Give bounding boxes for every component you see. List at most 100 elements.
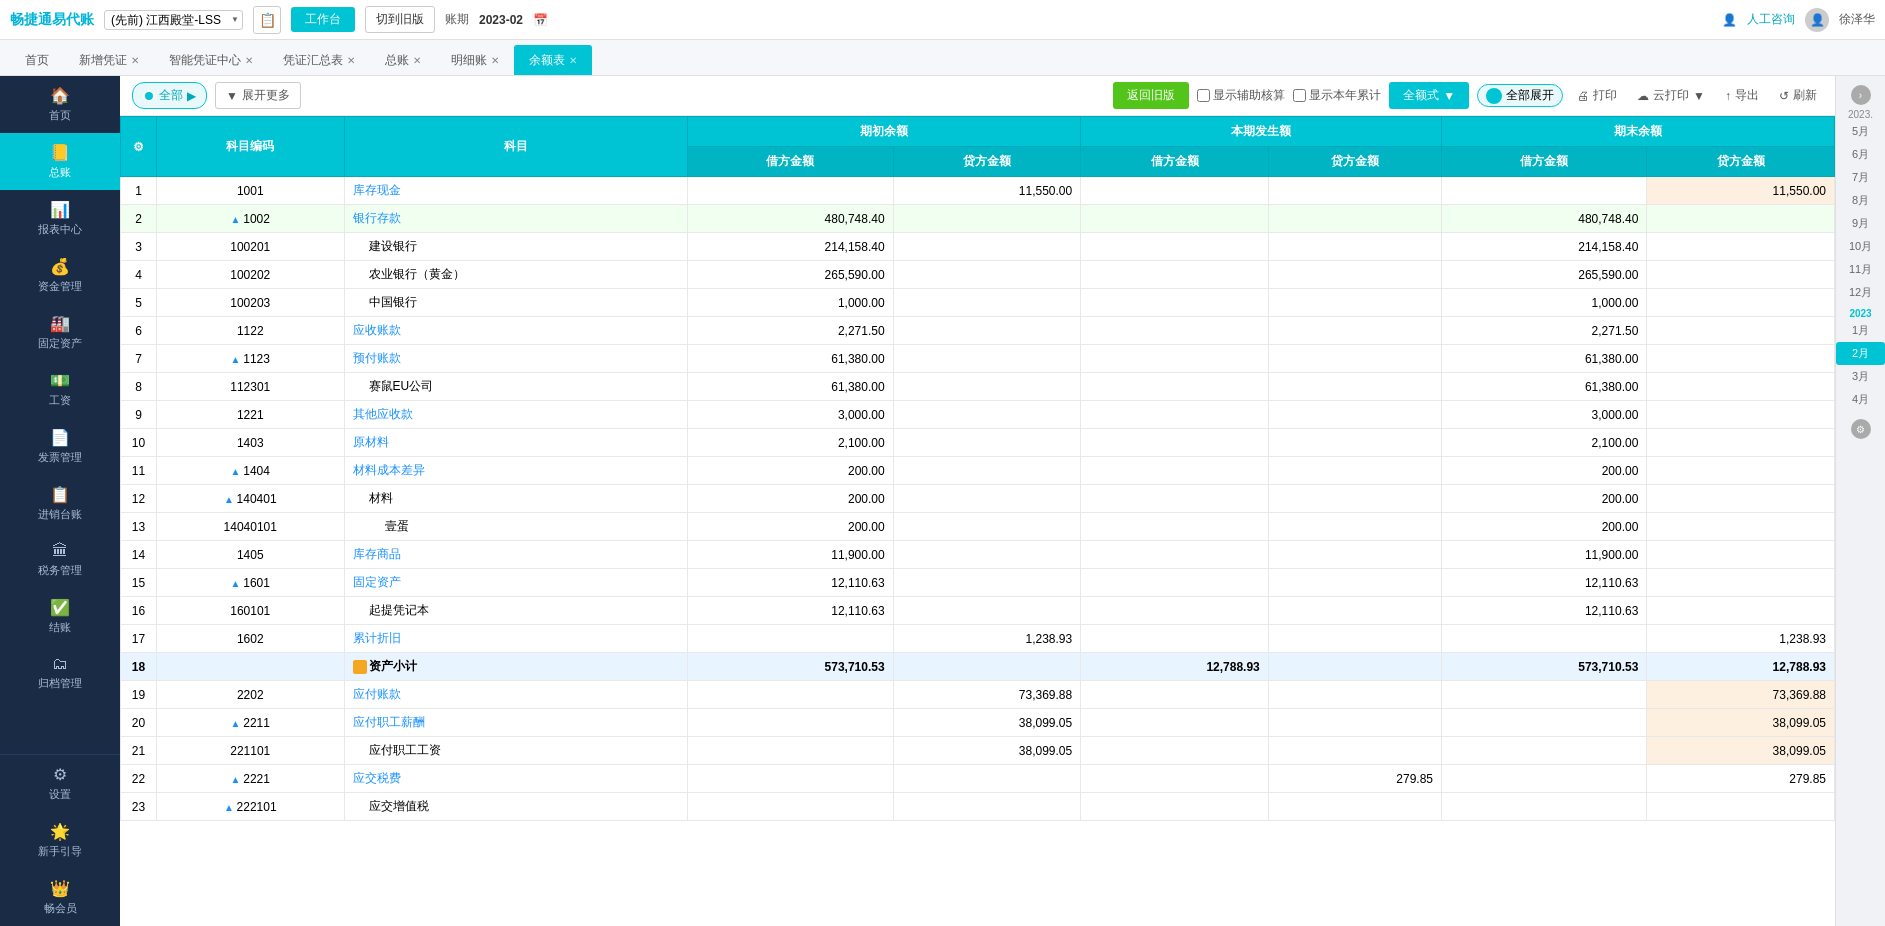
expand-all-toggle[interactable]: 全部展开 [1477, 84, 1563, 107]
expand-icon[interactable]: ▲ [231, 466, 244, 477]
month-6[interactable]: 6月 [1836, 143, 1885, 166]
sidebar-item-salary[interactable]: 💵 工资 [0, 361, 120, 418]
account-name-link[interactable]: 应收账款 [353, 323, 401, 337]
refresh-btn[interactable]: ↺ 刷新 [1773, 85, 1823, 106]
sidebar-item-home[interactable]: 🏠 首页 [0, 76, 120, 133]
account-name[interactable]: 银行存款 [344, 205, 688, 233]
account-name-link[interactable]: 应付职工薪酬 [353, 715, 425, 729]
tab-balance-close[interactable]: ✕ [569, 55, 577, 66]
all-filter-btn[interactable]: 全部 ▶ [132, 82, 207, 109]
sidebar-item-close[interactable]: ✅ 结账 [0, 588, 120, 645]
month-9[interactable]: 9月 [1836, 212, 1885, 235]
account-name-link[interactable]: 累计折旧 [353, 631, 401, 645]
full-format-btn[interactable]: 全额式 ▼ [1389, 82, 1469, 109]
expand-icon[interactable]: ▲ [224, 494, 237, 505]
settings-header[interactable]: ⚙ [121, 117, 157, 177]
expand-icon[interactable]: ▲ [231, 214, 244, 225]
right-panel-close-btn[interactable]: › [1851, 85, 1871, 105]
sidebar-item-invoice[interactable]: 📄 发票管理 [0, 418, 120, 475]
account-name[interactable]: 应收账款 [344, 317, 688, 345]
debit-open: 214,158.40 [688, 233, 893, 261]
tab-detail[interactable]: 明细账 ✕ [436, 45, 514, 75]
sidebar-item-settings[interactable]: ⚙ 设置 [0, 755, 120, 812]
show-assist-input[interactable] [1197, 89, 1210, 102]
account-name-link[interactable]: 库存商品 [353, 547, 401, 561]
account-name-link[interactable]: 其他应收款 [353, 407, 413, 421]
sidebar-item-guide[interactable]: 🌟 新手引导 [0, 812, 120, 869]
sidebar-item-member[interactable]: 👑 畅会员 [0, 869, 120, 926]
company-selector[interactable]: (先前) 江西殿堂-LSS [104, 10, 243, 30]
account-name-link[interactable]: 银行存款 [353, 211, 401, 225]
account-name-link[interactable]: 库存现金 [353, 183, 401, 197]
copy-icon-btn[interactable]: 📋 [253, 6, 281, 34]
tab-smart-voucher-close[interactable]: ✕ [245, 55, 253, 66]
month-7[interactable]: 7月 [1836, 166, 1885, 189]
tab-voucher-summary[interactable]: 凭证汇总表 ✕ [268, 45, 370, 75]
tab-new-voucher[interactable]: 新增凭证 ✕ [64, 45, 154, 75]
switch-old-btn[interactable]: 切到旧版 [365, 6, 435, 33]
month-12[interactable]: 12月 [1836, 281, 1885, 304]
tab-smart-voucher[interactable]: 智能凭证中心 ✕ [154, 45, 268, 75]
sidebar-item-reports[interactable]: 📊 报表中心 [0, 190, 120, 247]
account-name-link[interactable]: 原材料 [353, 435, 389, 449]
show-assist-checkbox[interactable]: 显示辅助核算 [1197, 87, 1285, 104]
sidebar-item-tax[interactable]: 🏛 税务管理 [0, 532, 120, 588]
workspace-btn[interactable]: 工作台 [291, 7, 355, 32]
tab-home[interactable]: 首页 [10, 45, 64, 75]
account-name[interactable]: 应交税费 [344, 765, 688, 793]
expand-icon[interactable]: ▲ [231, 718, 244, 729]
account-name[interactable]: 库存商品 [344, 541, 688, 569]
account-name-link[interactable]: 应交税费 [353, 771, 401, 785]
cloud-print-btn[interactable]: ☁ 云打印 ▼ [1631, 85, 1711, 106]
print-btn[interactable]: 🖨 打印 [1571, 85, 1623, 106]
credit-open [893, 765, 1081, 793]
tab-detail-close[interactable]: ✕ [491, 55, 499, 66]
sidebar-item-stock[interactable]: 📋 进销台账 [0, 475, 120, 532]
account-name[interactable]: 累计折旧 [344, 625, 688, 653]
month-5[interactable]: 5月 [1836, 120, 1885, 143]
month-8[interactable]: 8月 [1836, 189, 1885, 212]
account-name[interactable]: 库存现金 [344, 177, 688, 205]
account-name-link[interactable]: 固定资产 [353, 575, 401, 589]
sidebar-item-funds[interactable]: 💰 资金管理 [0, 247, 120, 304]
sidebar-item-archive[interactable]: 🗂 归档管理 [0, 645, 120, 701]
account-name[interactable]: 预付账款 [344, 345, 688, 373]
sidebar-item-assets[interactable]: 🏭 固定资产 [0, 304, 120, 361]
calendar-icon[interactable]: 📅 [533, 13, 548, 27]
tab-ledger[interactable]: 总账 ✕ [370, 45, 436, 75]
account-name[interactable]: 其他应收款 [344, 401, 688, 429]
sidebar-item-ledger[interactable]: 📒 总账 [0, 133, 120, 190]
account-name[interactable]: 应付账款 [344, 681, 688, 709]
account-name-link[interactable]: 预付账款 [353, 351, 401, 365]
right-panel-settings-btn[interactable]: ⚙ [1851, 419, 1871, 439]
month-10[interactable]: 10月 [1836, 235, 1885, 258]
account-name[interactable]: 固定资产 [344, 569, 688, 597]
month-4[interactable]: 4月 [1836, 388, 1885, 411]
account-name[interactable]: 应付职工薪酬 [344, 709, 688, 737]
account-name-link[interactable]: 应付账款 [353, 687, 401, 701]
expand-icon[interactable]: ▲ [224, 802, 237, 813]
export-btn[interactable]: ↑ 导出 [1719, 85, 1765, 106]
month-3[interactable]: 3月 [1836, 365, 1885, 388]
tab-ledger-close[interactable]: ✕ [413, 55, 421, 66]
user-consult-label[interactable]: 人工咨询 [1747, 11, 1795, 28]
month-11[interactable]: 11月 [1836, 258, 1885, 281]
month-2[interactable]: 2月 [1836, 342, 1885, 365]
month-1[interactable]: 1月 [1836, 319, 1885, 342]
tab-balance[interactable]: 余额表 ✕ [514, 45, 592, 75]
expand-more-btn[interactable]: ▼ 展开更多 [215, 82, 301, 109]
expand-icon[interactable]: ▲ [231, 774, 244, 785]
debit-curr [1081, 513, 1269, 541]
account-name[interactable]: 原材料 [344, 429, 688, 457]
show-ytd-input[interactable] [1293, 89, 1306, 102]
account-name-link[interactable]: 材料成本差异 [353, 463, 425, 477]
company-select[interactable]: (先前) 江西殿堂-LSS [104, 10, 243, 30]
expand-icon[interactable]: ▲ [231, 354, 244, 365]
return-old-btn[interactable]: 返回旧版 [1113, 82, 1189, 109]
tab-voucher-summary-close[interactable]: ✕ [347, 55, 355, 66]
expand-icon[interactable]: ▲ [231, 578, 244, 589]
show-ytd-checkbox[interactable]: 显示本年累计 [1293, 87, 1381, 104]
account-name[interactable]: 材料成本差异 [344, 457, 688, 485]
tab-new-voucher-close[interactable]: ✕ [131, 55, 139, 66]
debit-open [688, 625, 893, 653]
